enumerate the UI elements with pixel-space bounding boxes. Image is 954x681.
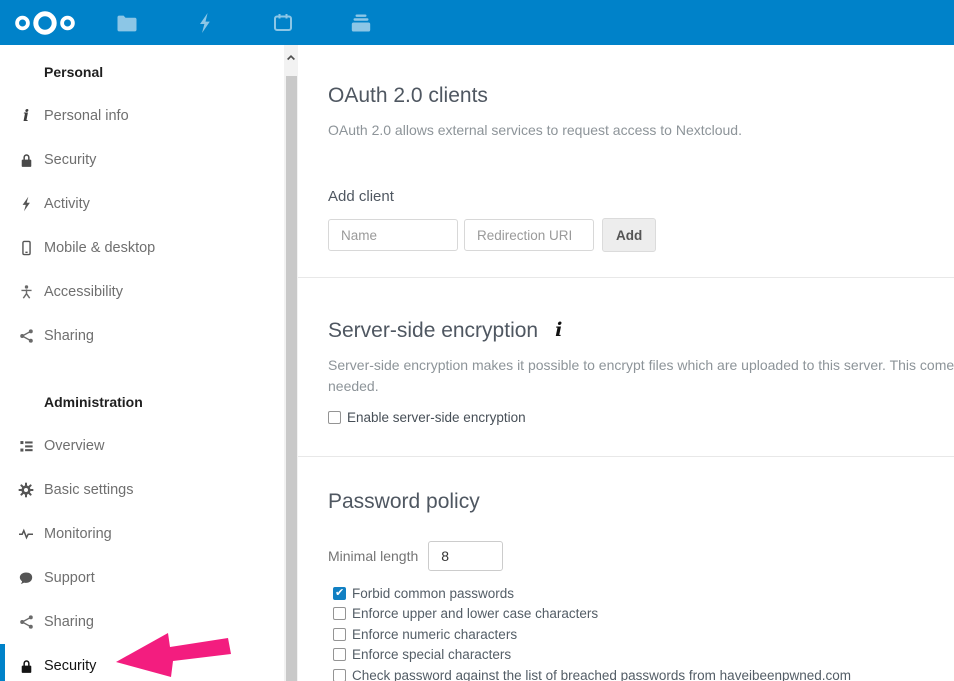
sidebar-item-accessibility[interactable]: Accessibility: [0, 270, 284, 314]
enforce-numeric-checkbox[interactable]: Enforce numeric characters: [333, 624, 954, 645]
checkbox-unchecked-icon: [333, 628, 346, 641]
lock-icon: [18, 152, 34, 168]
sidebar-caption-personal: Personal: [0, 50, 284, 94]
sidebar-scrollbar[interactable]: [284, 45, 298, 681]
activity-icon[interactable]: [180, 0, 230, 45]
checkbox-checked-icon: [333, 587, 346, 600]
checkbox-unchecked-icon: [333, 648, 346, 661]
sidebar-item-personal-info[interactable]: i Personal info: [0, 94, 284, 138]
client-name-input[interactable]: [328, 219, 458, 251]
sidebar-item-security-admin[interactable]: Security: [0, 644, 284, 681]
enforce-special-checkbox[interactable]: Enforce special characters: [333, 645, 954, 666]
lock-icon: [18, 658, 34, 674]
sidebar-item-sharing-admin[interactable]: Sharing: [0, 600, 284, 644]
redirection-uri-input[interactable]: [464, 219, 594, 251]
overview-icon: [18, 438, 34, 454]
oauth-title: OAuth 2.0 clients: [328, 83, 954, 108]
sidebar-item-monitoring[interactable]: Monitoring: [0, 512, 284, 556]
scrollbar-up-button[interactable]: [284, 45, 298, 71]
sidebar-item-activity[interactable]: Activity: [0, 182, 284, 226]
enable-encryption-checkbox[interactable]: Enable server-side encryption: [328, 407, 954, 428]
share-icon: [18, 614, 34, 630]
files-icon[interactable]: [102, 0, 152, 45]
checkbox-unchecked-icon: [333, 669, 346, 681]
sidebar-item-support[interactable]: Support: [0, 556, 284, 600]
accessibility-icon: [18, 284, 34, 300]
deck-icon[interactable]: [336, 0, 386, 45]
add-client-button[interactable]: Add: [602, 218, 656, 252]
sidebar-item-mobile-desktop[interactable]: Mobile & desktop: [0, 226, 284, 270]
share-icon: [18, 328, 34, 344]
encryption-description-line1: Server-side encryption makes it possible…: [328, 355, 954, 376]
sidebar-item-security-personal[interactable]: Security: [0, 138, 284, 182]
password-policy-section: Password policy Minimal length Forbid co…: [298, 457, 954, 681]
scrollbar-thumb[interactable]: [286, 76, 297, 681]
settings-sidebar: Personal i Personal info Security Activi…: [0, 45, 284, 681]
nextcloud-logo[interactable]: [12, 6, 78, 40]
sidebar-item-sharing-personal[interactable]: Sharing: [0, 314, 284, 358]
info-icon[interactable]: i: [555, 318, 562, 343]
oauth-section: OAuth 2.0 clients OAuth 2.0 allows exter…: [298, 45, 954, 278]
checkbox-unchecked-icon: [328, 411, 341, 424]
app-header: [0, 0, 954, 45]
phone-icon: [18, 240, 34, 256]
monitoring-icon: [18, 526, 34, 542]
chat-icon: [18, 570, 34, 586]
bolt-icon: [18, 196, 34, 212]
add-client-heading: Add client: [328, 187, 954, 207]
password-policy-options: Forbid common passwords Enforce upper an…: [328, 583, 954, 681]
checkbox-unchecked-icon: [333, 607, 346, 620]
gear-icon: [18, 482, 34, 498]
calendar-icon[interactable]: [258, 0, 308, 45]
info-icon: i: [18, 108, 34, 124]
encryption-title: Server-side encryption: [328, 318, 538, 343]
app-navigation: [102, 0, 386, 45]
encryption-section: Server-side encryption i Server-side enc…: [298, 278, 954, 457]
password-policy-title: Password policy: [328, 489, 954, 514]
sidebar-item-overview[interactable]: Overview: [0, 424, 284, 468]
encryption-description-line2: needed.: [328, 376, 954, 397]
minimal-length-row: Minimal length: [328, 541, 954, 571]
forbid-common-passwords-checkbox[interactable]: Forbid common passwords: [333, 583, 954, 604]
minimal-length-input[interactable]: [428, 541, 503, 571]
minimal-length-label: Minimal length: [328, 548, 418, 564]
sidebar-item-basic-settings[interactable]: Basic settings: [0, 468, 284, 512]
enforce-case-checkbox[interactable]: Enforce upper and lower case characters: [333, 604, 954, 625]
sidebar-caption-administration: Administration: [0, 380, 284, 424]
check-breached-passwords-checkbox[interactable]: Check password against the list of breac…: [333, 665, 954, 681]
add-client-form: Add: [328, 218, 954, 252]
oauth-description: OAuth 2.0 allows external services to re…: [328, 120, 954, 141]
settings-content: OAuth 2.0 clients OAuth 2.0 allows exter…: [298, 45, 954, 681]
